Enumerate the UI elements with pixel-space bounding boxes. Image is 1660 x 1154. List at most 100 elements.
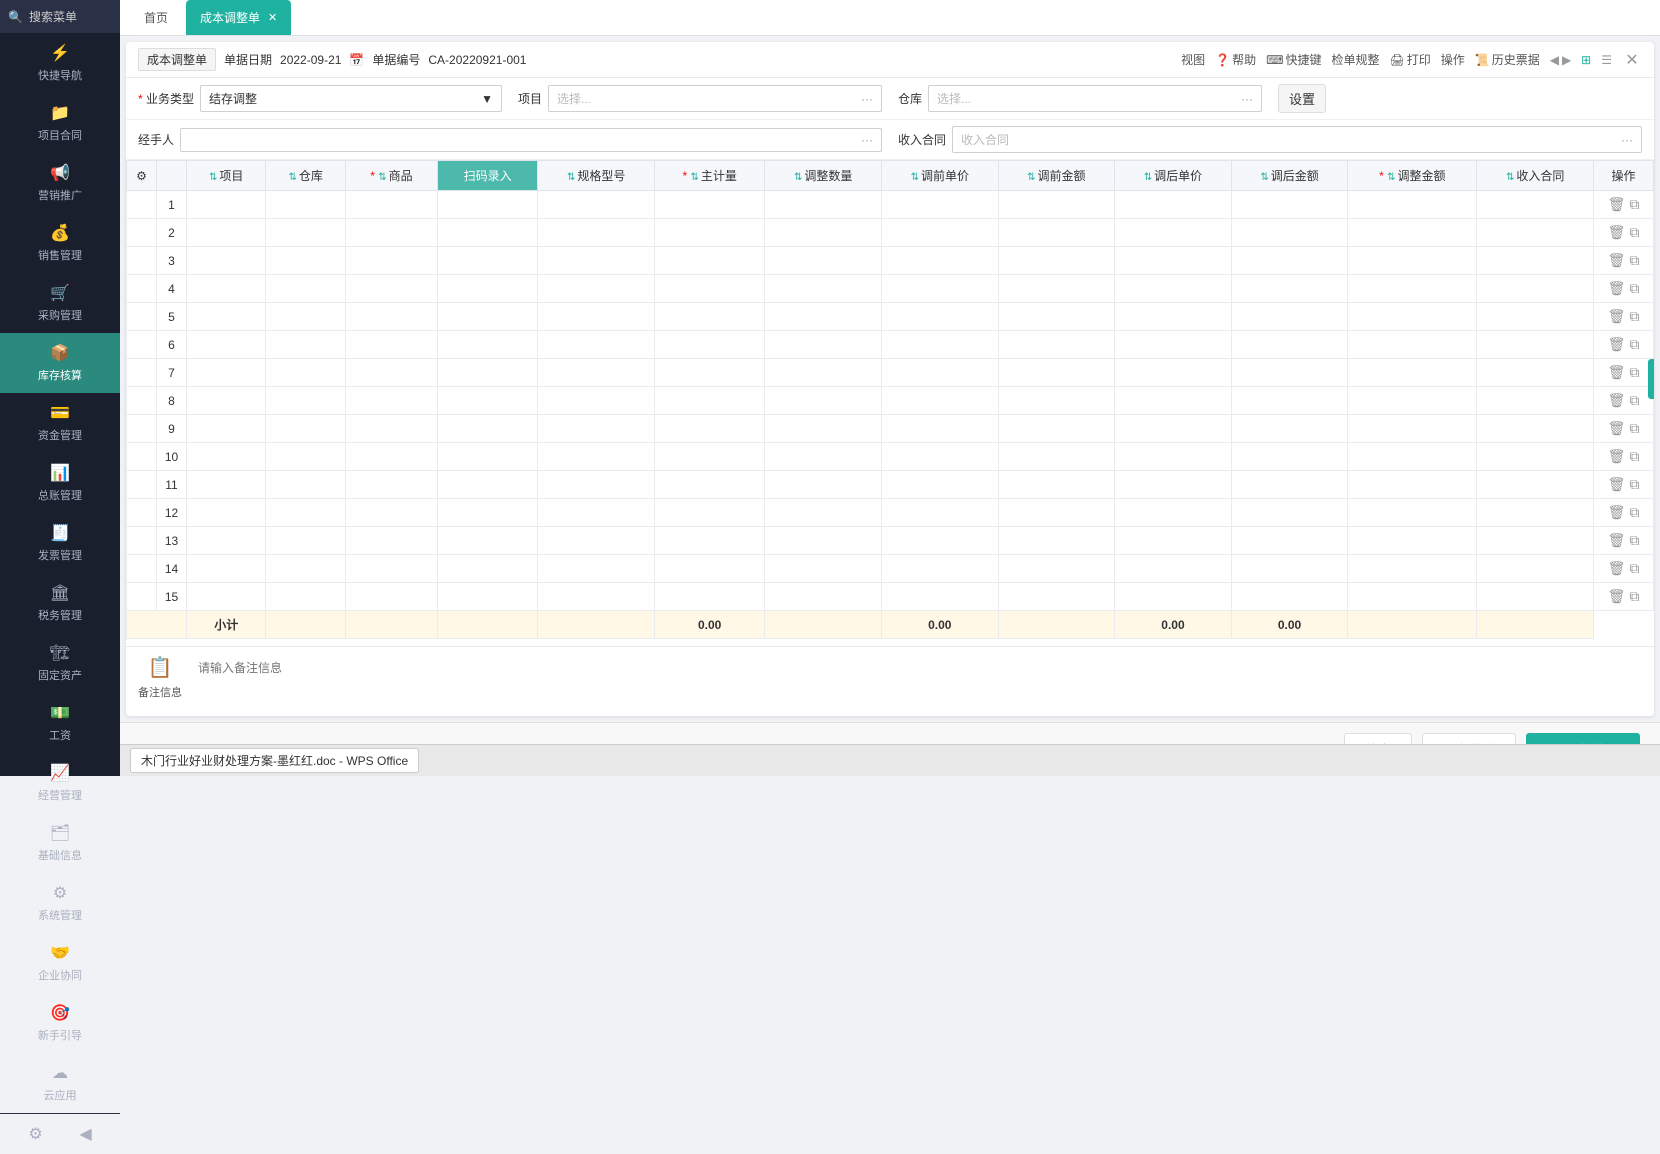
row-after-amount-12[interactable] xyxy=(1231,499,1348,527)
col-after-amount[interactable]: ⇅调后金额 xyxy=(1231,161,1348,191)
row-warehouse-14[interactable] xyxy=(266,555,345,583)
col-adjust-qty[interactable]: ⇅调整数量 xyxy=(765,161,882,191)
income-contract-input[interactable]: 收入合同 ··· xyxy=(952,126,1642,153)
sidebar-item-system-management[interactable]: ⚙系统管理 xyxy=(0,873,120,933)
row-delete-icon-8[interactable]: 🗑 xyxy=(1608,392,1626,409)
row-after-price-15[interactable] xyxy=(1115,583,1232,611)
row-copy-icon-5[interactable]: ⧉ xyxy=(1629,308,1639,325)
row-adjust-amount-6[interactable] xyxy=(1348,331,1477,359)
row-after-price-13[interactable] xyxy=(1115,527,1232,555)
row-project-8[interactable] xyxy=(187,387,266,415)
row-income-contract-5[interactable] xyxy=(1477,303,1594,331)
row-project-3[interactable] xyxy=(187,247,266,275)
row-warehouse-10[interactable] xyxy=(266,443,345,471)
row-spec-11[interactable] xyxy=(538,471,655,499)
row-copy-icon-2[interactable]: ⧉ xyxy=(1629,224,1639,241)
sidebar-item-sales-promotion[interactable]: 📢营销推广 xyxy=(0,153,120,213)
row-adjust-amount-2[interactable] xyxy=(1348,219,1477,247)
row-adjust-qty-3[interactable] xyxy=(765,247,882,275)
row-warehouse-4[interactable] xyxy=(266,275,345,303)
row-unit-13[interactable] xyxy=(654,527,764,555)
sidebar-item-newcomer-guide[interactable]: 🎯新手引导 xyxy=(0,993,120,1053)
row-goods-5[interactable] xyxy=(345,303,437,331)
col-adjust-amount[interactable]: ⇅调整金额 xyxy=(1348,161,1477,191)
row-adjust-amount-7[interactable] xyxy=(1348,359,1477,387)
row-before-amount-8[interactable] xyxy=(998,387,1115,415)
row-copy-icon-1[interactable]: ⧉ xyxy=(1629,196,1639,213)
nav-next-icon[interactable]: ▶ xyxy=(1562,53,1571,67)
row-adjust-qty-6[interactable] xyxy=(765,331,882,359)
row-warehouse-6[interactable] xyxy=(266,331,345,359)
help-btn[interactable]: ❓ 帮助 xyxy=(1215,51,1256,68)
sidebar-item-purchase-management[interactable]: 🛒采购管理 xyxy=(0,273,120,333)
row-copy-icon-13[interactable]: ⧉ xyxy=(1629,532,1639,549)
row-goods-2[interactable] xyxy=(345,219,437,247)
row-before-price-4[interactable] xyxy=(881,275,998,303)
row-before-amount-5[interactable] xyxy=(998,303,1115,331)
row-scan-11[interactable] xyxy=(437,471,538,499)
row-income-contract-13[interactable] xyxy=(1477,527,1594,555)
sidebar-item-project-contract[interactable]: 📁项目合同 xyxy=(0,93,120,153)
sidebar-item-payroll[interactable]: 💵工资 xyxy=(0,693,120,753)
row-copy-icon-3[interactable]: ⧉ xyxy=(1629,252,1639,269)
row-goods-10[interactable] xyxy=(345,443,437,471)
row-unit-2[interactable] xyxy=(654,219,764,247)
row-adjust-qty-14[interactable] xyxy=(765,555,882,583)
col-income-contract[interactable]: ⇅收入合同 xyxy=(1477,161,1594,191)
row-warehouse-9[interactable] xyxy=(266,415,345,443)
row-after-price-14[interactable] xyxy=(1115,555,1232,583)
row-project-6[interactable] xyxy=(187,331,266,359)
taskbar-item[interactable]: 木门行业好业财处理方案-墨红红.doc - WPS Office xyxy=(130,748,419,773)
row-copy-icon-7[interactable]: ⧉ xyxy=(1629,364,1639,381)
row-spec-8[interactable] xyxy=(538,387,655,415)
row-income-contract-12[interactable] xyxy=(1477,499,1594,527)
col-warehouse[interactable]: ⇅仓库 xyxy=(266,161,345,191)
row-spec-9[interactable] xyxy=(538,415,655,443)
row-delete-icon-5[interactable]: 🗑 xyxy=(1608,308,1626,325)
row-before-amount-6[interactable] xyxy=(998,331,1115,359)
sidebar-item-inventory-accounting[interactable]: 📦库存核算 xyxy=(0,333,120,393)
row-income-contract-15[interactable] xyxy=(1477,583,1594,611)
row-project-13[interactable] xyxy=(187,527,266,555)
sidebar-item-fixed-assets[interactable]: 🏗固定资产 xyxy=(0,633,120,693)
row-warehouse-8[interactable] xyxy=(266,387,345,415)
row-scan-5[interactable] xyxy=(437,303,538,331)
row-delete-icon-2[interactable]: 🗑 xyxy=(1608,224,1626,241)
row-before-price-14[interactable] xyxy=(881,555,998,583)
row-unit-1[interactable] xyxy=(654,191,764,219)
row-project-10[interactable] xyxy=(187,443,266,471)
row-project-7[interactable] xyxy=(187,359,266,387)
row-goods-13[interactable] xyxy=(345,527,437,555)
list-view-icon[interactable]: ☰ xyxy=(1601,53,1612,67)
sidebar-item-enterprise-cooperation[interactable]: 🤝企业协同 xyxy=(0,933,120,993)
row-before-amount-1[interactable] xyxy=(998,191,1115,219)
history-btn[interactable]: 📜 历史票据 xyxy=(1475,51,1540,68)
row-delete-icon-11[interactable]: 🗑 xyxy=(1608,476,1626,493)
row-warehouse-13[interactable] xyxy=(266,527,345,555)
col-settings[interactable]: ⚙ xyxy=(127,161,157,191)
row-unit-6[interactable] xyxy=(654,331,764,359)
row-scan-13[interactable] xyxy=(437,527,538,555)
row-spec-13[interactable] xyxy=(538,527,655,555)
row-goods-9[interactable] xyxy=(345,415,437,443)
row-after-price-12[interactable] xyxy=(1115,499,1232,527)
row-after-price-5[interactable] xyxy=(1115,303,1232,331)
row-scan-6[interactable] xyxy=(437,331,538,359)
shortcut-btn[interactable]: ⌨ 快捷键 xyxy=(1266,51,1321,68)
row-before-amount-12[interactable] xyxy=(998,499,1115,527)
row-unit-15[interactable] xyxy=(654,583,764,611)
sidebar-item-operations-management[interactable]: 📈经营管理 xyxy=(0,753,120,813)
row-before-amount-4[interactable] xyxy=(998,275,1115,303)
row-scan-4[interactable] xyxy=(437,275,538,303)
row-goods-12[interactable] xyxy=(345,499,437,527)
settings-btn[interactable]: 设置 xyxy=(1278,84,1326,113)
row-delete-icon-10[interactable]: 🗑 xyxy=(1608,448,1626,465)
row-income-contract-9[interactable] xyxy=(1477,415,1594,443)
row-delete-icon-12[interactable]: 🗑 xyxy=(1608,504,1626,521)
row-adjust-qty-2[interactable] xyxy=(765,219,882,247)
row-unit-8[interactable] xyxy=(654,387,764,415)
col-before-price[interactable]: ⇅调前单价 xyxy=(881,161,998,191)
sidebar-item-ledger-management[interactable]: 📊总账管理 xyxy=(0,453,120,513)
row-project-5[interactable] xyxy=(187,303,266,331)
row-unit-11[interactable] xyxy=(654,471,764,499)
